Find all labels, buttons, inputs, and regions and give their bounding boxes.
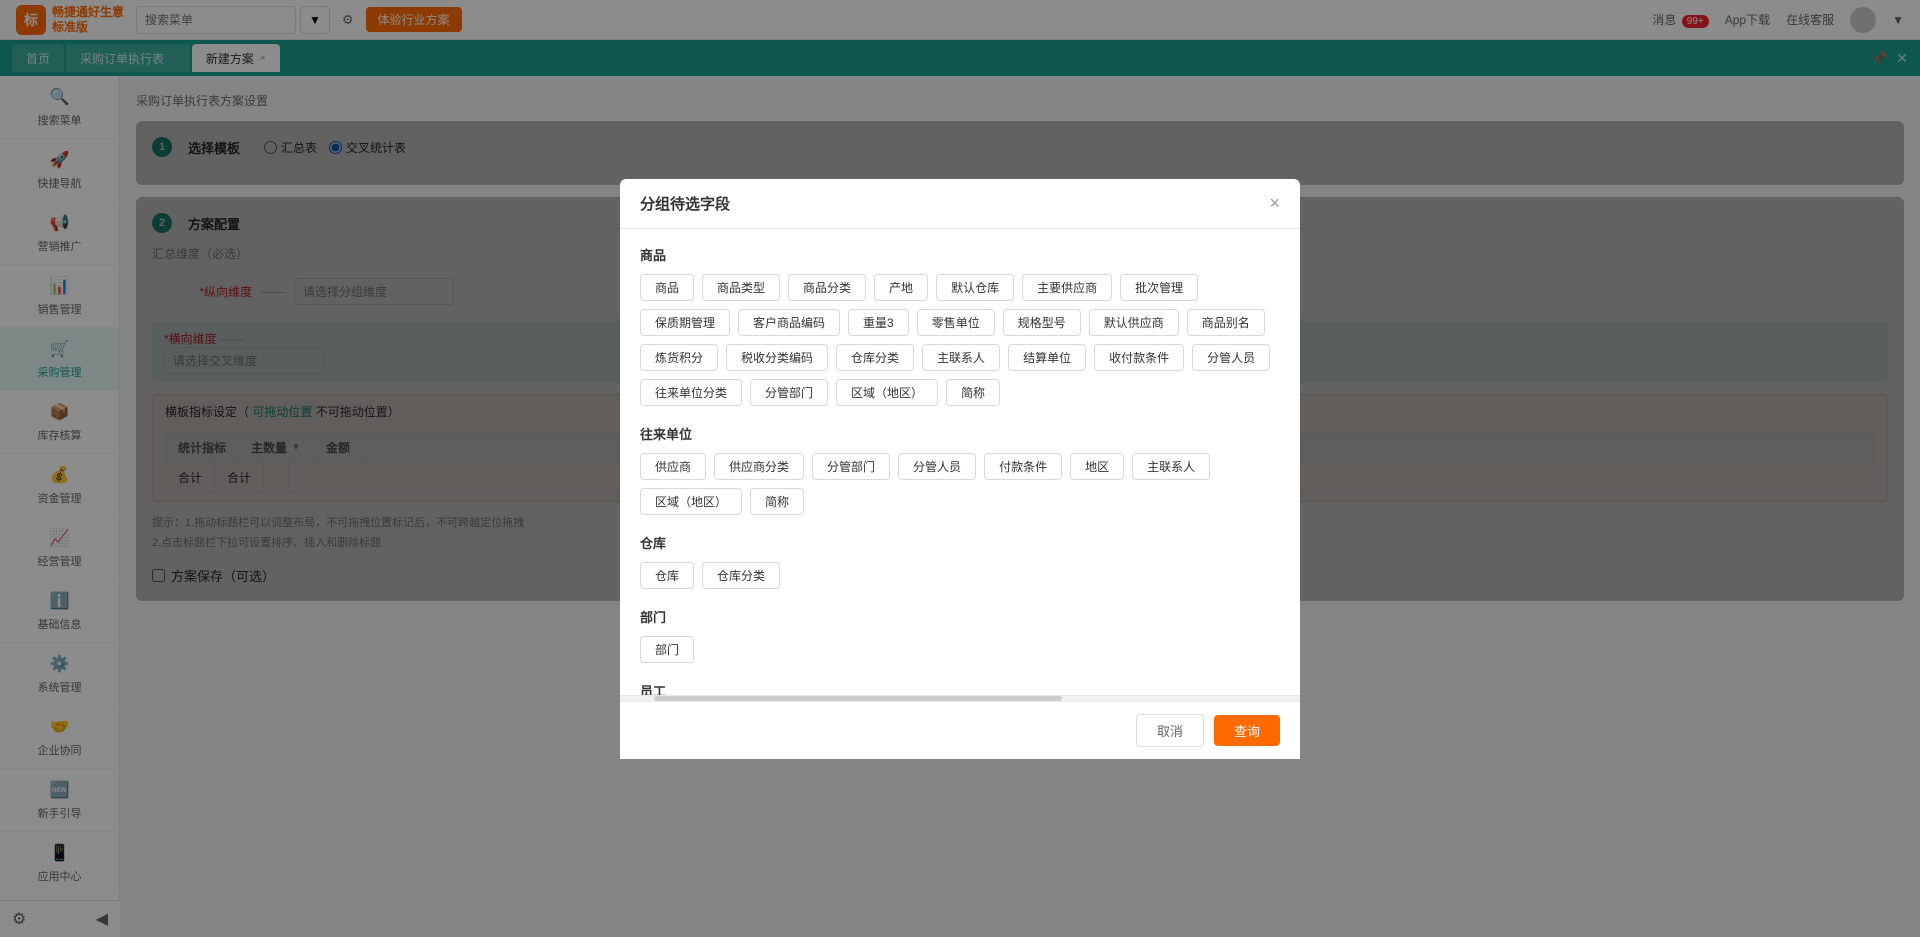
field-chip-goods-1[interactable]: 商品类型 — [702, 274, 780, 301]
field-group-warehouse-title: 仓库 — [640, 533, 1280, 552]
field-chip-partner-6[interactable]: 主联系人 — [1132, 453, 1210, 480]
field-group-warehouse: 仓库 仓库 仓库分类 — [640, 533, 1280, 589]
field-chip-goods-15[interactable]: 税收分类编码 — [726, 344, 828, 371]
field-chips-department: 部门 — [640, 636, 1280, 663]
field-group-partner-title: 往来单位 — [640, 424, 1280, 443]
field-chip-goods-6[interactable]: 批次管理 — [1120, 274, 1198, 301]
field-chip-goods-24[interactable]: 简称 — [946, 379, 1000, 406]
field-chip-goods-23[interactable]: 区域（地区） — [836, 379, 938, 406]
field-chip-goods-11[interactable]: 规格型号 — [1003, 309, 1081, 336]
field-chip-goods-5[interactable]: 主要供应商 — [1022, 274, 1112, 301]
field-chip-goods-22[interactable]: 分管部门 — [750, 379, 828, 406]
field-group-partner: 往来单位 供应商 供应商分类 分管部门 分管人员 付款条件 地区 主联系人 区域… — [640, 424, 1280, 515]
field-chip-partner-3[interactable]: 分管人员 — [898, 453, 976, 480]
field-chip-goods-3[interactable]: 产地 — [874, 274, 928, 301]
field-chip-goods-13[interactable]: 商品别名 — [1187, 309, 1265, 336]
field-chip-goods-17[interactable]: 主联系人 — [922, 344, 1000, 371]
field-chip-goods-16[interactable]: 仓库分类 — [836, 344, 914, 371]
field-chip-goods-0[interactable]: 商品 — [640, 274, 694, 301]
modal-scrollbar-thumb — [654, 696, 1062, 701]
modal-body[interactable]: 商品 商品 商品类型 商品分类 产地 默认仓库 主要供应商 批次管理 保质期管理… — [620, 229, 1300, 695]
field-group-department-title: 部门 — [640, 607, 1280, 626]
field-chips-goods: 商品 商品类型 商品分类 产地 默认仓库 主要供应商 批次管理 保质期管理 客户… — [640, 274, 1280, 406]
field-chips-partner: 供应商 供应商分类 分管部门 分管人员 付款条件 地区 主联系人 区域（地区） … — [640, 453, 1280, 515]
field-chip-partner-2[interactable]: 分管部门 — [812, 453, 890, 480]
field-chip-partner-8[interactable]: 简称 — [750, 488, 804, 515]
modal-scrollbar-horizontal[interactable] — [620, 695, 1300, 701]
modal-footer: 取消 查询 — [620, 701, 1300, 759]
field-select-modal: 分组待选字段 × 商品 商品 商品类型 商品分类 产地 默认仓库 主要供应商 批… — [620, 179, 1300, 759]
modal-cancel-btn[interactable]: 取消 — [1136, 714, 1204, 747]
field-chip-goods-10[interactable]: 零售单位 — [917, 309, 995, 336]
field-chip-partner-7[interactable]: 区域（地区） — [640, 488, 742, 515]
field-chip-goods-4[interactable]: 默认仓库 — [936, 274, 1014, 301]
field-chip-goods-7[interactable]: 保质期管理 — [640, 309, 730, 336]
field-chip-partner-5[interactable]: 地区 — [1070, 453, 1124, 480]
modal-close-btn[interactable]: × — [1269, 193, 1280, 214]
field-group-goods-title: 商品 — [640, 245, 1280, 264]
field-chip-partner-1[interactable]: 供应商分类 — [714, 453, 804, 480]
field-chip-partner-0[interactable]: 供应商 — [640, 453, 706, 480]
field-chip-goods-14[interactable]: 炼货积分 — [640, 344, 718, 371]
modal-confirm-btn[interactable]: 查询 — [1214, 715, 1280, 746]
field-chip-goods-20[interactable]: 分管人员 — [1192, 344, 1270, 371]
field-chip-goods-19[interactable]: 收付款条件 — [1094, 344, 1184, 371]
field-group-employee: 员工 业务员 — [640, 681, 1280, 695]
field-chips-warehouse: 仓库 仓库分类 — [640, 562, 1280, 589]
field-chip-goods-8[interactable]: 客户商品编码 — [738, 309, 840, 336]
field-chip-department-0[interactable]: 部门 — [640, 636, 694, 663]
field-chip-goods-12[interactable]: 默认供应商 — [1089, 309, 1179, 336]
field-chip-warehouse-0[interactable]: 仓库 — [640, 562, 694, 589]
modal-overlay: 分组待选字段 × 商品 商品 商品类型 商品分类 产地 默认仓库 主要供应商 批… — [0, 0, 1920, 937]
field-chip-goods-21[interactable]: 往来单位分类 — [640, 379, 742, 406]
field-group-department: 部门 部门 — [640, 607, 1280, 663]
field-group-employee-title: 员工 — [640, 681, 1280, 695]
field-chip-partner-4[interactable]: 付款条件 — [984, 453, 1062, 480]
field-chip-goods-18[interactable]: 结算单位 — [1008, 344, 1086, 371]
field-group-goods: 商品 商品 商品类型 商品分类 产地 默认仓库 主要供应商 批次管理 保质期管理… — [640, 245, 1280, 406]
field-chip-goods-2[interactable]: 商品分类 — [788, 274, 866, 301]
modal-title: 分组待选字段 — [640, 193, 730, 214]
modal-header: 分组待选字段 × — [620, 179, 1300, 229]
field-chip-warehouse-1[interactable]: 仓库分类 — [702, 562, 780, 589]
field-chip-goods-9[interactable]: 重量3 — [848, 309, 909, 336]
